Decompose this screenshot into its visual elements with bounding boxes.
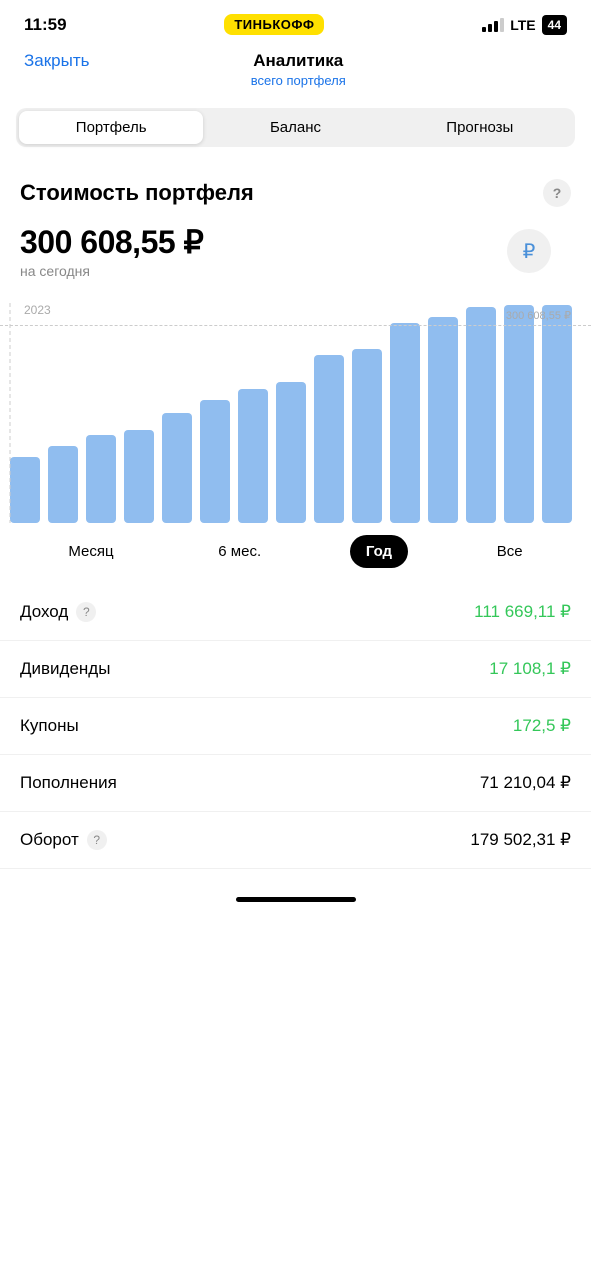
page-subtitle: всего портфеля [251,73,346,88]
section-header: Стоимость портфеля ? [0,163,591,215]
tab-portfolio[interactable]: Портфель [19,111,203,144]
stat-row-dividends: Дивиденды 17 108,1 ₽ [0,641,591,698]
period-year[interactable]: Год [350,535,408,568]
battery-indicator: 44 [542,15,567,35]
nav-title: Аналитика всего портфеля [251,51,346,88]
period-all[interactable]: Все [481,535,539,568]
stat-value-turnover: 179 502,31 ₽ [470,830,571,850]
stat-value-dividends: 17 108,1 ₽ [489,659,571,679]
portfolio-value-row: 300 608,55 ₽ на сегодня ₽ [20,223,571,279]
turnover-help-icon[interactable]: ? [87,830,107,850]
stat-value-deposits: 71 210,04 ₽ [480,773,571,793]
stat-label-dividends: Дивиденды [20,659,110,679]
stat-value-coupons: 172,5 ₽ [513,716,571,736]
stat-label-income: Доход ? [20,602,96,622]
status-bar: 11:59 ТИНЬКОФФ LTE 44 [0,0,591,43]
stat-row-income: Доход ? 111 669,11 ₽ [0,584,591,641]
lte-label: LTE [510,17,535,33]
portfolio-amount: 300 608,55 ₽ [20,223,203,261]
stat-label-text-coupons: Купоны [20,716,79,736]
bottom-bar [0,877,591,914]
bar-chart [8,303,583,523]
stat-label-text-income: Доход [20,602,68,622]
chart-svg[interactable] [0,303,591,523]
brand-logo: ТИНЬКОФФ [224,14,324,35]
stat-label-deposits: Пополнения [20,773,117,793]
stat-label-text-turnover: Оборот [20,830,79,850]
status-right: LTE 44 [482,15,567,35]
period-selector: Месяц 6 мес. Год Все [0,523,591,584]
currency-button[interactable]: ₽ [507,229,551,273]
stat-row-deposits: Пополнения 71 210,04 ₽ [0,755,591,812]
section-title: Стоимость портфеля [20,180,254,206]
section-help-icon[interactable]: ? [543,179,571,207]
tab-balance[interactable]: Баланс [203,111,387,144]
stat-value-income: 111 669,11 ₽ [474,602,571,622]
tab-forecasts[interactable]: Прогнозы [388,111,572,144]
status-time: 11:59 [24,15,67,35]
portfolio-value-left: 300 608,55 ₽ на сегодня [20,223,203,279]
stat-label-text-dividends: Дивиденды [20,659,110,679]
stat-row-coupons: Купоны 172,5 ₽ [0,698,591,755]
portfolio-value-section: 300 608,55 ₽ на сегодня ₽ [0,215,591,283]
chart-value-label: 300 608,55 ₽ [506,309,571,322]
home-indicator [236,897,356,902]
page-title: Аналитика [251,51,346,71]
segment-control: Портфель Баланс Прогнозы [16,108,575,147]
nav-bar: Закрыть Аналитика всего портфеля [0,43,591,100]
chart-year-label: 2023 [24,303,51,317]
close-button[interactable]: Закрыть [24,51,89,71]
period-6months[interactable]: 6 мес. [202,535,277,568]
stat-row-turnover: Оборот ? 179 502,31 ₽ [0,812,591,869]
portfolio-date: на сегодня [20,263,203,279]
stat-label-text-deposits: Пополнения [20,773,117,793]
stat-label-coupons: Купоны [20,716,79,736]
stat-label-turnover: Оборот ? [20,830,107,850]
income-help-icon[interactable]: ? [76,602,96,622]
chart-container: 2023 300 608,55 ₽ [0,295,591,523]
period-month[interactable]: Месяц [52,535,129,568]
signal-icon [482,18,504,32]
stats-list: Доход ? 111 669,11 ₽ Дивиденды 17 108,1 … [0,584,591,869]
chart-dashed-line [0,325,591,326]
